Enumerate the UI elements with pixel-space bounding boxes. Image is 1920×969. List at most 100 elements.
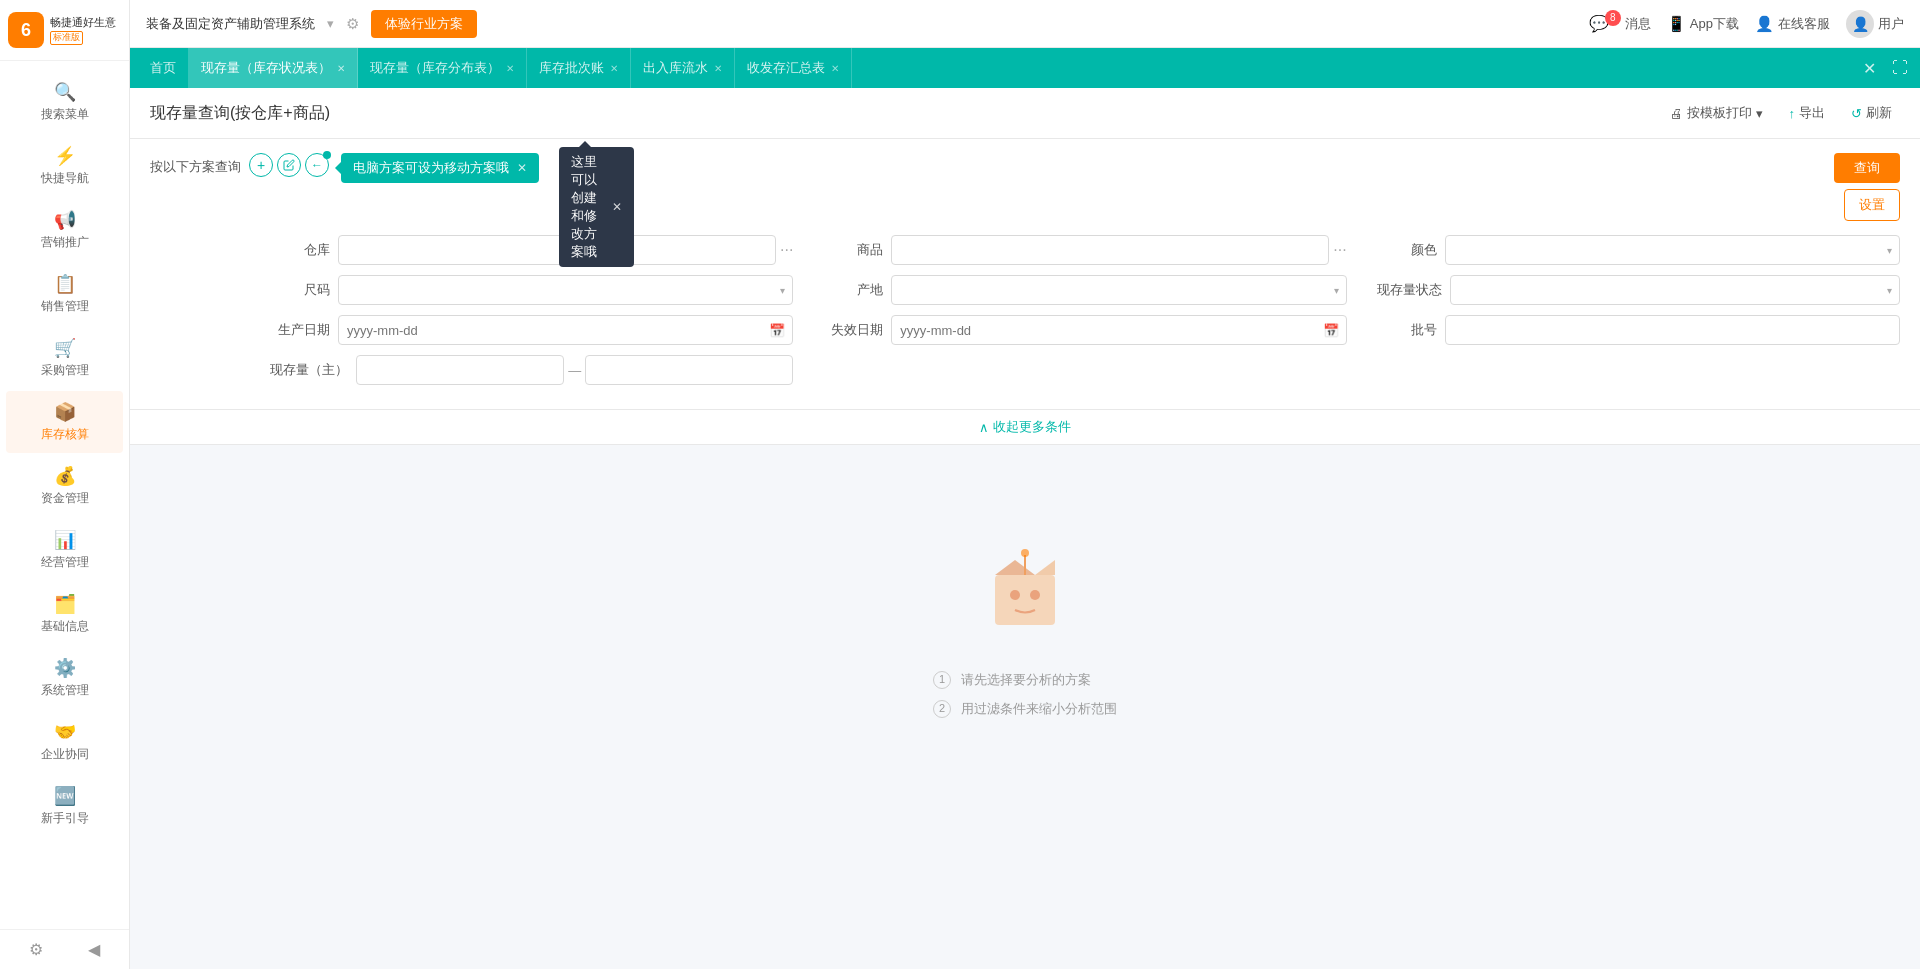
svg-rect-0: [995, 575, 1055, 625]
empty-illustration: [965, 525, 1085, 648]
color-select[interactable]: [1445, 235, 1900, 265]
svg-point-2: [1030, 590, 1040, 600]
stock-status-select[interactable]: [1450, 275, 1900, 305]
production-date-input[interactable]: [338, 315, 793, 345]
topbar-settings-icon[interactable]: ⚙: [346, 15, 359, 33]
sidebar-item-basic[interactable]: 🗂️ 基础信息: [6, 583, 123, 645]
sidebar-item-search[interactable]: 🔍 搜索菜单: [6, 71, 123, 133]
refresh-button[interactable]: ↺ 刷新: [1843, 100, 1900, 126]
sidebar-item-system[interactable]: ⚙️ 系统管理: [6, 647, 123, 709]
message-badge: 8: [1605, 10, 1621, 26]
stock-main-filter-row: 现存量（主） —: [270, 355, 793, 385]
content-area: 现存量查询(按仓库+商品) 🖨 按模板打印 ▾ ↑ 导出 ↺ 刷新: [130, 88, 1920, 969]
expiry-date-calendar-icon[interactable]: 📅: [1323, 323, 1339, 338]
tab-inventory-status[interactable]: 现存量（库存状况表） ✕: [189, 48, 358, 88]
user-area[interactable]: 👤 用户: [1846, 10, 1904, 38]
search-icon: 🔍: [54, 81, 76, 103]
size-label: 尺码: [270, 281, 330, 299]
origin-label: 产地: [823, 281, 883, 299]
message-button[interactable]: 💬 8 消息: [1589, 14, 1651, 33]
tab-close-inventory-batch[interactable]: ✕: [610, 63, 618, 74]
size-select[interactable]: [338, 275, 793, 305]
stock-main-min-input[interactable]: [356, 355, 564, 385]
logo-icon: 6: [8, 12, 44, 48]
stock-status-label: 现存量状态: [1377, 281, 1442, 299]
guide-icon: 🆕: [54, 785, 76, 807]
warehouse-dots[interactable]: ···: [780, 241, 793, 259]
export-button[interactable]: ↑ 导出: [1781, 100, 1834, 126]
sidebar-item-sales[interactable]: 📋 销售管理: [6, 263, 123, 325]
sales-icon: 📋: [54, 273, 76, 295]
app-icon: 📱: [1667, 15, 1686, 33]
stock-status-filter-row: 现存量状态 ▾: [1377, 275, 1900, 305]
page-actions: 🖨 按模板打印 ▾ ↑ 导出 ↺ 刷新: [1662, 100, 1901, 126]
tab-collect-summary[interactable]: 收发存汇总表 ✕: [735, 48, 852, 88]
settings-button[interactable]: ⚙: [29, 940, 43, 959]
topbar: 装备及固定资产辅助管理系统 ▾ ⚙ 体验行业方案 💬 8 消息 📱 App下载 …: [130, 0, 1920, 48]
back-button[interactable]: ←: [305, 153, 329, 177]
search-button[interactable]: 查询: [1834, 153, 1900, 183]
collapse-sidebar-button[interactable]: ◀: [88, 940, 100, 959]
tab-close-inventory-dist[interactable]: ✕: [506, 63, 514, 74]
production-date-calendar-icon[interactable]: 📅: [769, 323, 785, 338]
print-dropdown-icon: ▾: [1756, 106, 1763, 121]
batch-input[interactable]: [1445, 315, 1900, 345]
production-date-wrap: 📅: [338, 315, 793, 345]
setting-button[interactable]: 设置: [1844, 189, 1900, 221]
sidebar-item-marketing[interactable]: 📢 营销推广: [6, 199, 123, 261]
edit-scheme-button[interactable]: [277, 153, 301, 177]
size-select-wrap: ▾: [338, 275, 793, 305]
origin-select[interactable]: [891, 275, 1346, 305]
sidebar-nav: 🔍 搜索菜单 ⚡ 快捷导航 📢 营销推广 📋 销售管理 🛒 采购管理 📦 库存核…: [0, 61, 129, 929]
tab-fullscreen-button[interactable]: ⛶: [1888, 55, 1912, 81]
svg-point-1: [1010, 590, 1020, 600]
service-icon: 👤: [1755, 15, 1774, 33]
production-date-label: 生产日期: [270, 321, 330, 339]
tab-close-collect-summary[interactable]: ✕: [831, 63, 839, 74]
filter-label: 按以下方案查询: [150, 153, 241, 181]
tab-close-all-button[interactable]: ✕: [1859, 55, 1880, 82]
sidebar-item-operations[interactable]: 📊 经营管理: [6, 519, 123, 581]
sidebar-item-enterprise[interactable]: 🤝 企业协同: [6, 711, 123, 773]
collapse-bar[interactable]: ∧ 收起更多条件: [130, 410, 1920, 445]
tab-inout-flow[interactable]: 出入库流水 ✕: [631, 48, 735, 88]
color-label: 颜色: [1377, 241, 1437, 259]
tooltip-edit-scheme: 这里可以创建和修改方案哦 ✕: [559, 147, 634, 267]
topbar-dropdown-icon[interactable]: ▾: [327, 16, 334, 31]
product-input[interactable]: [891, 235, 1329, 265]
expiry-date-input[interactable]: [891, 315, 1346, 345]
tabbar-right: ✕ ⛶: [1859, 55, 1912, 82]
sidebar-item-purchase[interactable]: 🛒 采购管理: [6, 327, 123, 389]
export-icon: ↑: [1789, 106, 1796, 121]
production-date-filter-row: 生产日期 📅: [270, 315, 793, 345]
expiry-date-wrap: 📅: [891, 315, 1346, 345]
stock-main-label: 现存量（主）: [270, 361, 348, 379]
sidebar-item-guide[interactable]: 🆕 新手引导: [6, 775, 123, 837]
warehouse-input[interactable]: [338, 235, 776, 265]
page-title: 现存量查询(按仓库+商品): [150, 103, 330, 124]
template-print-button[interactable]: 🖨 按模板打印 ▾: [1662, 100, 1771, 126]
sidebar-item-inventory[interactable]: 📦 库存核算: [6, 391, 123, 453]
sidebar-item-finance[interactable]: 💰 资金管理: [6, 455, 123, 517]
tab-close-inventory-status[interactable]: ✕: [337, 63, 345, 74]
add-scheme-button[interactable]: +: [249, 153, 273, 177]
refresh-icon: ↺: [1851, 106, 1862, 121]
tab-home[interactable]: 首页: [138, 48, 189, 88]
expiry-date-label: 失效日期: [823, 321, 883, 339]
empty-text: 1 请先选择要分析的方案 2 用过滤条件来缩小分析范围: [933, 668, 1117, 721]
trial-button[interactable]: 体验行业方案: [371, 10, 477, 38]
sidebar-item-quick[interactable]: ⚡ 快捷导航: [6, 135, 123, 197]
origin-filter-row: 产地 ▾: [823, 275, 1346, 305]
product-dots[interactable]: ···: [1333, 241, 1346, 259]
online-service-button[interactable]: 👤 在线客服: [1755, 15, 1830, 33]
tooltip1-close-button[interactable]: ✕: [517, 161, 527, 175]
tab-inventory-batch[interactable]: 库存批次账 ✕: [527, 48, 631, 88]
empty-step2-num: 2: [933, 700, 951, 718]
stock-main-max-input[interactable]: [585, 355, 793, 385]
batch-label: 批号: [1377, 321, 1437, 339]
tab-close-inout-flow[interactable]: ✕: [714, 63, 722, 74]
tooltip2-close-button[interactable]: ✕: [612, 200, 622, 214]
tooltip-pc-scheme: 电脑方案可设为移动方案哦 ✕: [341, 153, 539, 183]
app-download-button[interactable]: 📱 App下载: [1667, 15, 1739, 33]
tab-inventory-dist[interactable]: 现存量（库存分布表） ✕: [358, 48, 527, 88]
